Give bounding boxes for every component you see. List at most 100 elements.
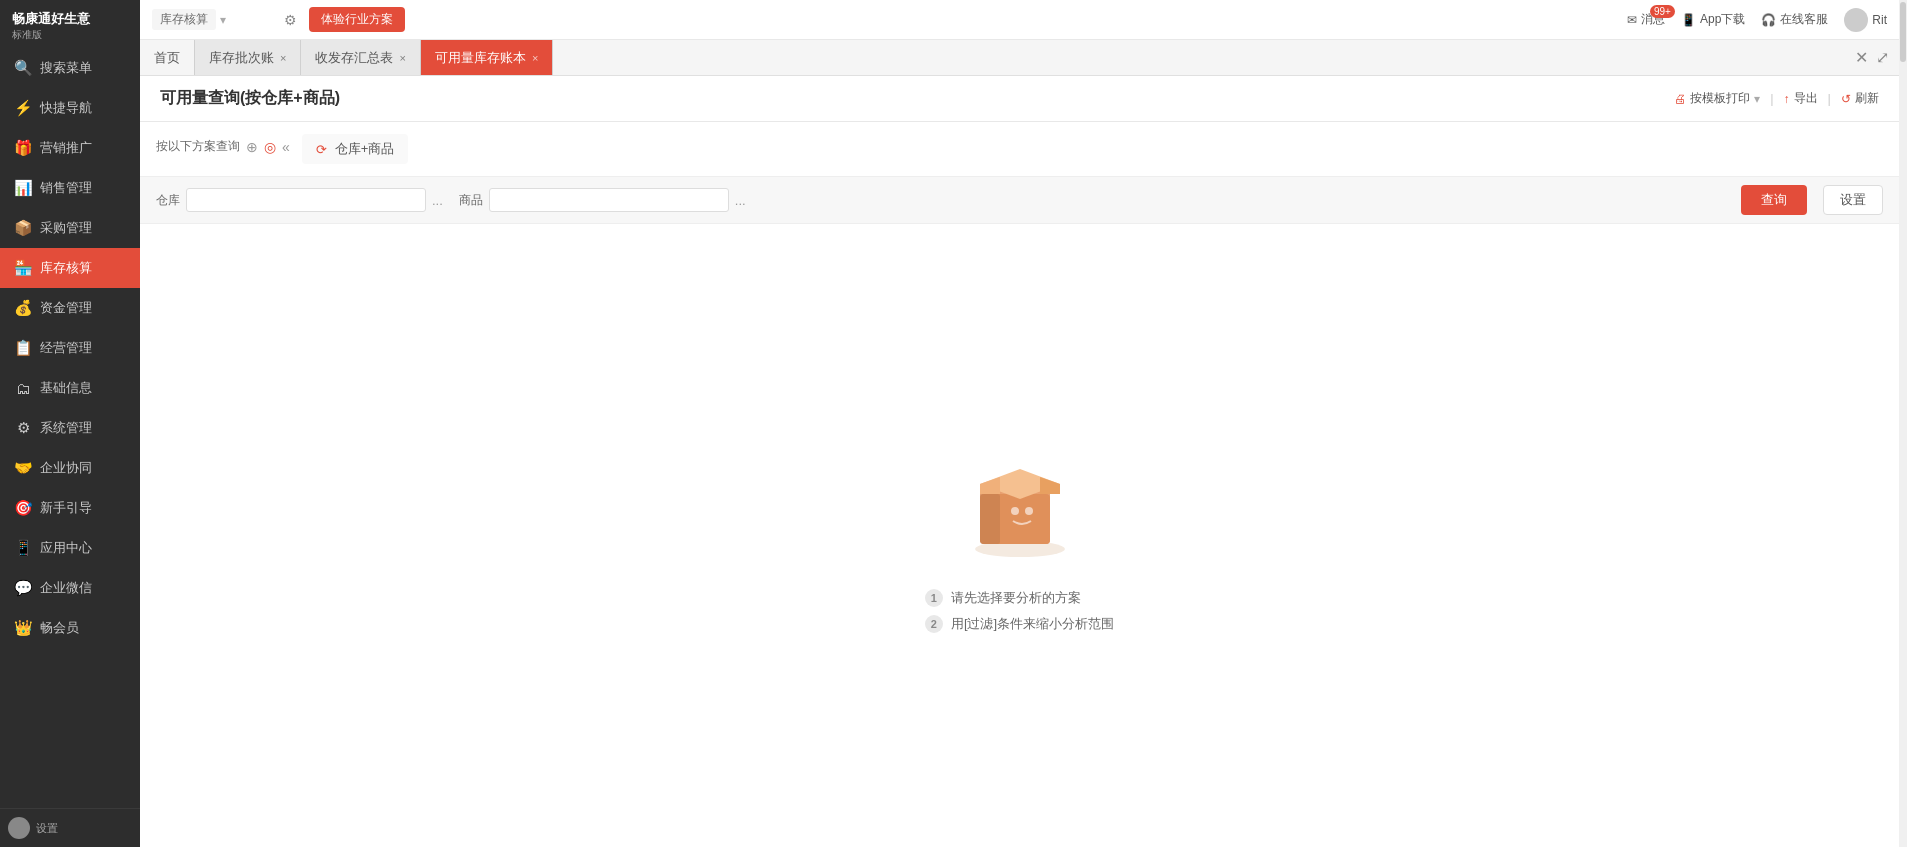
breadcrumb-text: 库存核算	[152, 9, 216, 30]
sidebar-item-label: 系统管理	[40, 419, 92, 437]
svg-rect-4	[980, 494, 1000, 544]
sidebar-item-member[interactable]: 👑 畅会员	[0, 608, 140, 648]
box-icon: 📦	[14, 219, 32, 237]
add-scheme-btn[interactable]: ⊕	[246, 139, 258, 155]
clipboard-icon: 📋	[14, 339, 32, 357]
app-download-label: App下载	[1700, 11, 1745, 28]
right-scrollbar[interactable]	[1899, 0, 1907, 847]
chevron-down-icon[interactable]: ▾	[220, 13, 226, 27]
search-icon: 🔍	[14, 59, 32, 77]
tab-close-all-btn[interactable]: ✕	[1855, 48, 1868, 67]
svg-marker-6	[1040, 477, 1060, 494]
sidebar-item-shortcut[interactable]: ⚡ 快捷导航	[0, 88, 140, 128]
money-icon: 💰	[14, 299, 32, 317]
export-btn[interactable]: ↑ 导出	[1784, 90, 1818, 107]
sidebar-item-label: 经营管理	[40, 339, 92, 357]
sidebar-item-label: 采购管理	[40, 219, 92, 237]
sidebar-item-purchase[interactable]: 📦 采购管理	[0, 208, 140, 248]
tab-home[interactable]: 首页	[140, 40, 195, 76]
print-dropdown-icon[interactable]: ▾	[1754, 92, 1760, 106]
refresh-label: 刷新	[1855, 90, 1879, 107]
tab-close-icon[interactable]: ×	[280, 52, 286, 64]
scroll-thumb[interactable]	[1900, 2, 1906, 62]
chart-icon: 📊	[14, 179, 32, 197]
sidebar-item-inventory[interactable]: 🏪 库存核算	[0, 248, 140, 288]
sidebar: 畅康通好生意 标准版 🔍 搜索菜单 ⚡ 快捷导航 🎁 营销推广 📊 销售管理 📦	[0, 0, 140, 847]
settings-button[interactable]: 设置	[1823, 185, 1883, 215]
print-btn[interactable]: 🖨 按模板打印 ▾	[1674, 90, 1760, 107]
scheme-icon: ⟳	[316, 142, 327, 157]
sidebar-item-finance[interactable]: 💰 资金管理	[0, 288, 140, 328]
message-badge: 99+	[1650, 5, 1675, 18]
refresh-icon: ↺	[1841, 92, 1851, 106]
sidebar-item-label: 资金管理	[40, 299, 92, 317]
svg-point-7	[1011, 507, 1019, 515]
online-service-btn[interactable]: 🎧 在线客服	[1761, 11, 1828, 28]
empty-hint-1: 1 请先选择要分析的方案	[925, 589, 1114, 607]
industry-btn[interactable]: 体验行业方案	[309, 7, 405, 32]
product-filter: 商品 ...	[459, 188, 746, 212]
sidebar-item-sales[interactable]: 📊 销售管理	[0, 168, 140, 208]
service-icon: 🎧	[1761, 13, 1776, 27]
tab-maximize-btn[interactable]: ⤢	[1876, 48, 1889, 67]
sidebar-item-wechat[interactable]: 💬 企业微信	[0, 568, 140, 608]
refresh-btn[interactable]: ↺ 刷新	[1841, 90, 1879, 107]
sidebar-user-avatar	[8, 817, 30, 839]
folder-icon: 🗂	[14, 380, 32, 397]
tab-available[interactable]: 可用量库存账本 ×	[421, 40, 553, 76]
tab-close-icon[interactable]: ×	[399, 52, 405, 64]
sidebar-item-label: 基础信息	[40, 379, 92, 397]
sidebar-item-basic[interactable]: 🗂 基础信息	[0, 368, 140, 408]
user-name: Rit	[1872, 13, 1887, 27]
print-icon: 🖨	[1674, 92, 1686, 106]
gift-icon: 🎁	[14, 139, 32, 157]
mobile-icon: 📱	[14, 539, 32, 557]
sidebar-item-search[interactable]: 🔍 搜索菜单	[0, 48, 140, 88]
empty-illustration	[955, 439, 1085, 569]
warehouse-label: 仓库	[156, 192, 180, 209]
query-scheme-item[interactable]: ⟳ 仓库+商品	[302, 134, 409, 164]
warehouse-more-btn[interactable]: ...	[432, 193, 443, 208]
sidebar-item-appstore[interactable]: 📱 应用中心	[0, 528, 140, 568]
product-more-btn[interactable]: ...	[735, 193, 746, 208]
tab-label: 收发存汇总表	[315, 49, 393, 67]
tab-label: 首页	[154, 49, 180, 67]
user-profile-btn[interactable]: Rit	[1844, 8, 1887, 32]
sidebar-user-label: 设置	[36, 821, 58, 836]
tab-close-icon[interactable]: ×	[532, 52, 538, 64]
sidebar-item-operation[interactable]: 📋 经营管理	[0, 328, 140, 368]
header-gear-icon[interactable]: ⚙	[284, 12, 297, 28]
hint-text-2: 用[过滤]条件来缩小分析范围	[951, 615, 1114, 633]
hint-text-1: 请先选择要分析的方案	[951, 589, 1081, 607]
collapse-scheme-btn[interactable]: «	[282, 139, 290, 155]
sidebar-item-label: 营销推广	[40, 139, 92, 157]
app-subtitle: 标准版	[12, 28, 128, 42]
set-scheme-btn[interactable]: ◎	[264, 139, 276, 155]
tabs-bar: 首页 库存批次账 × 收发存汇总表 × 可用量库存账本 × ✕ ⤢	[140, 40, 1899, 76]
service-label: 在线客服	[1780, 11, 1828, 28]
app-download-btn[interactable]: 📱 App下载	[1681, 11, 1745, 28]
tabs-right-actions: ✕ ⤢	[1855, 48, 1899, 67]
message-icon: ✉	[1627, 13, 1637, 27]
empty-hint-2: 2 用[过滤]条件来缩小分析范围	[925, 615, 1114, 633]
svg-point-8	[1025, 507, 1033, 515]
product-input[interactable]	[489, 188, 729, 212]
app-title: 畅康通好生意	[12, 10, 128, 28]
sidebar-item-label: 搜索菜单	[40, 59, 92, 77]
warehouse-filter: 仓库 ...	[156, 188, 443, 212]
scheme-label: 仓库+商品	[335, 140, 395, 158]
query-button[interactable]: 查询	[1741, 185, 1807, 215]
tab-batch[interactable]: 库存批次账 ×	[195, 40, 301, 76]
sidebar-item-newuser[interactable]: 🎯 新手引导	[0, 488, 140, 528]
tab-summary[interactable]: 收发存汇总表 ×	[301, 40, 420, 76]
sidebar-item-label: 库存核算	[40, 259, 92, 277]
sidebar-item-enterprise[interactable]: 🤝 企业协同	[0, 448, 140, 488]
sidebar-item-marketing[interactable]: 🎁 营销推广	[0, 128, 140, 168]
warehouse-input[interactable]	[186, 188, 426, 212]
tab-label: 库存批次账	[209, 49, 274, 67]
svg-marker-5	[980, 477, 1000, 494]
message-btn[interactable]: ✉ 消息 99+	[1627, 11, 1665, 28]
export-icon: ↑	[1784, 92, 1790, 106]
sidebar-item-system[interactable]: ⚙ 系统管理	[0, 408, 140, 448]
sidebar-item-label: 畅会员	[40, 619, 79, 637]
